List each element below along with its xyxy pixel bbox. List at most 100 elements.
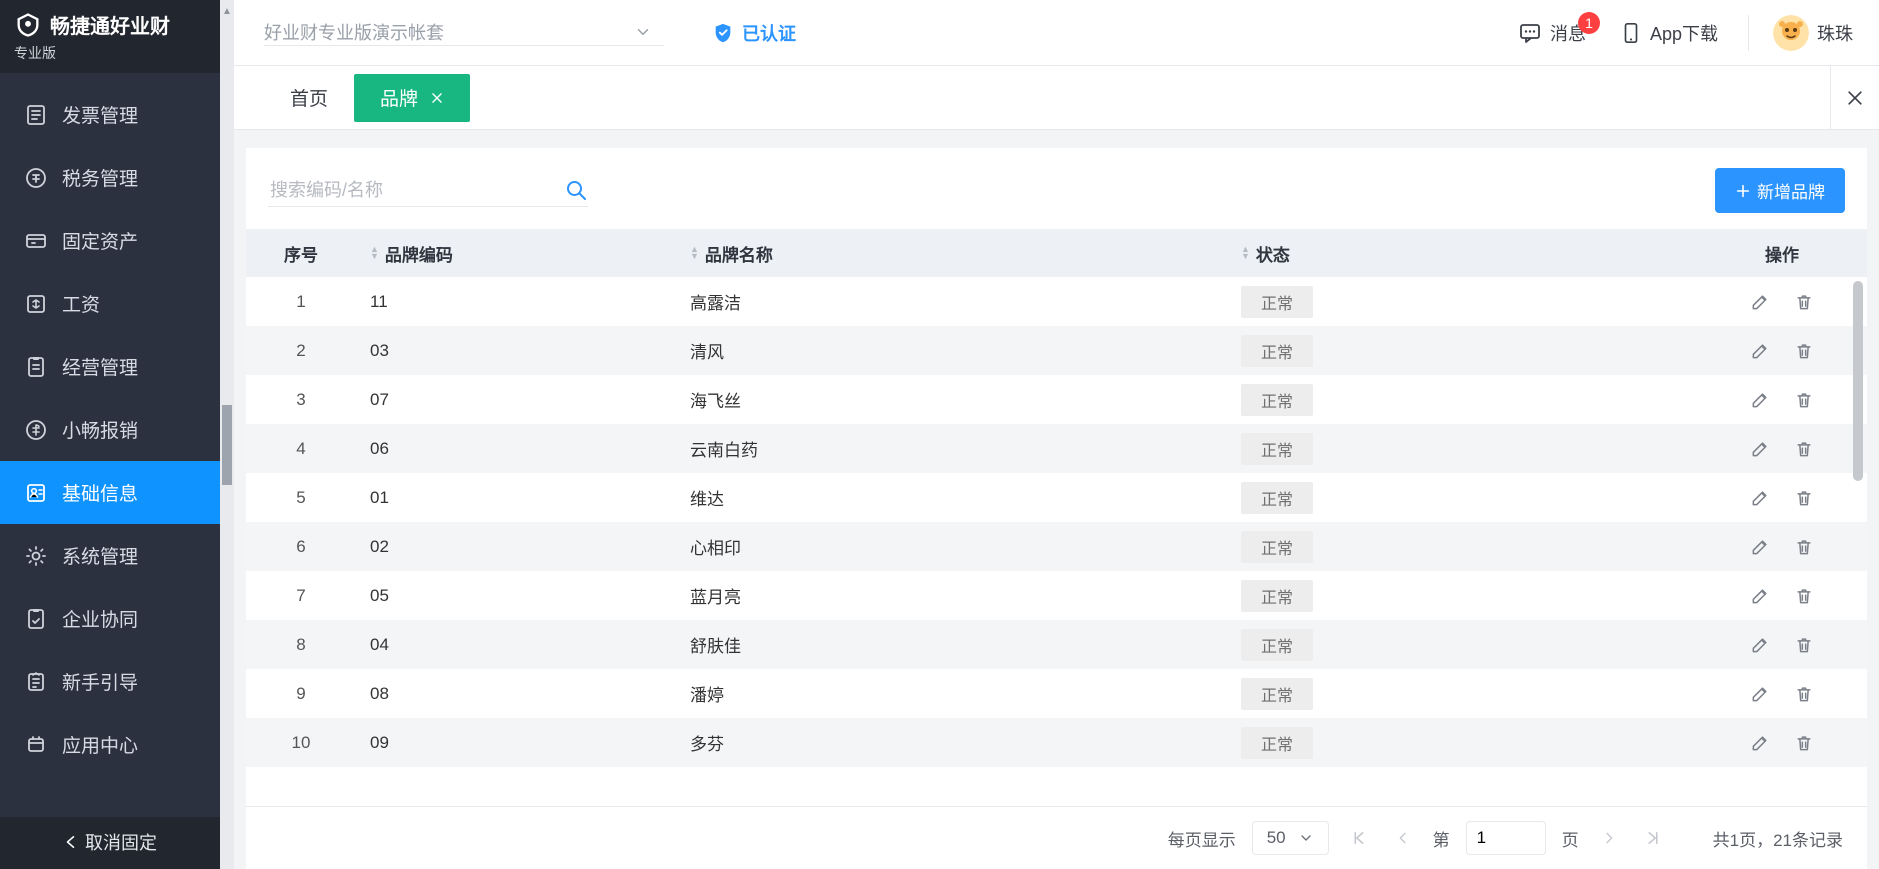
- cell-index: 2: [246, 341, 356, 361]
- status-badge: 正常: [1241, 384, 1313, 416]
- sidebar-mini-scroll[interactable]: [220, 0, 234, 869]
- edit-button[interactable]: [1750, 439, 1770, 459]
- last-page-button[interactable]: [1639, 824, 1667, 852]
- delete-button[interactable]: [1794, 439, 1814, 459]
- col-name[interactable]: ▲▼ 品牌名称: [676, 241, 1227, 266]
- cell-index: 8: [246, 635, 356, 655]
- sidebar-item-4[interactable]: 经营管理: [0, 335, 220, 398]
- edit-button[interactable]: [1750, 733, 1770, 753]
- tab-home[interactable]: 首页: [264, 74, 354, 122]
- col-code[interactable]: ▲▼ 品牌编码: [356, 241, 676, 266]
- sidebar-item-7[interactable]: 系统管理: [0, 524, 220, 587]
- edit-button[interactable]: [1750, 684, 1770, 704]
- page-size-select[interactable]: 50: [1252, 821, 1329, 855]
- status-badge: 正常: [1241, 580, 1313, 612]
- table-row[interactable]: 111高露洁正常: [246, 277, 1867, 326]
- cell-code: 05: [356, 586, 676, 606]
- sidebar-item-6[interactable]: 基础信息: [0, 461, 220, 524]
- edit-button[interactable]: [1750, 586, 1770, 606]
- table-row[interactable]: 602心相印正常: [246, 522, 1867, 571]
- table-row[interactable]: 908潘婷正常: [246, 669, 1867, 718]
- salary-icon: [24, 292, 48, 316]
- delete-button[interactable]: [1794, 586, 1814, 606]
- cell-index: 4: [246, 439, 356, 459]
- edit-button[interactable]: [1750, 341, 1770, 361]
- tab-close-button[interactable]: [430, 91, 444, 105]
- sidebar-item-9[interactable]: 新手引导: [0, 650, 220, 713]
- delete-button[interactable]: [1794, 341, 1814, 361]
- sort-icon: ▲▼: [370, 246, 379, 260]
- tab-brand-label: 品牌: [380, 84, 418, 111]
- delete-button[interactable]: [1794, 684, 1814, 704]
- prev-page-button[interactable]: [1389, 824, 1417, 852]
- user-menu[interactable]: 珠珠: [1748, 15, 1853, 51]
- cell-ops: [1697, 341, 1867, 361]
- edit-button[interactable]: [1750, 537, 1770, 557]
- table-body[interactable]: 111高露洁正常203清风正常307海飞丝正常406云南白药正常501维达正常6…: [246, 277, 1867, 806]
- chevron-down-icon: [634, 23, 652, 41]
- shield-check-icon: [712, 22, 734, 44]
- per-page-label: 每页显示: [1168, 826, 1236, 851]
- messages-button[interactable]: 消息 1: [1518, 20, 1586, 46]
- cell-index: 7: [246, 586, 356, 606]
- table-row[interactable]: 307海飞丝正常: [246, 375, 1867, 424]
- page-suffix: 页: [1562, 826, 1579, 851]
- cell-name: 多芬: [676, 730, 1227, 755]
- tabs-close-all[interactable]: [1830, 66, 1879, 129]
- tenant-selector[interactable]: 好业财专业版演示帐套: [264, 19, 664, 46]
- cell-name: 舒肤佳: [676, 632, 1227, 657]
- mobile-icon: [1620, 21, 1642, 45]
- delete-button[interactable]: [1794, 733, 1814, 753]
- delete-button[interactable]: [1794, 537, 1814, 557]
- tab-brand[interactable]: 品牌: [354, 74, 470, 122]
- cell-code: 02: [356, 537, 676, 557]
- table-row[interactable]: 406云南白药正常: [246, 424, 1867, 473]
- table-row[interactable]: 1009多芬正常: [246, 718, 1867, 767]
- status-badge: 正常: [1241, 629, 1313, 661]
- first-page-button[interactable]: [1345, 824, 1373, 852]
- table-scrollbar[interactable]: [1853, 281, 1863, 481]
- search-field[interactable]: [268, 174, 588, 207]
- cell-status: 正常: [1227, 335, 1697, 367]
- sidebar-item-1[interactable]: 税务管理: [0, 146, 220, 209]
- sidebar-item-2[interactable]: 固定资产: [0, 209, 220, 272]
- add-button-label: 新增品牌: [1757, 178, 1825, 203]
- edit-button[interactable]: [1750, 292, 1770, 312]
- sidebar-item-0[interactable]: 发票管理: [0, 83, 220, 146]
- search-input[interactable]: [268, 179, 564, 202]
- sidebar-item-label: 固定资产: [62, 227, 138, 254]
- cell-code: 01: [356, 488, 676, 508]
- sidebar-item-10[interactable]: 应用中心: [0, 713, 220, 776]
- cell-status: 正常: [1227, 433, 1697, 465]
- delete-button[interactable]: [1794, 292, 1814, 312]
- table-row[interactable]: 501维达正常: [246, 473, 1867, 522]
- add-brand-button[interactable]: 新增品牌: [1715, 168, 1845, 213]
- table-row[interactable]: 705蓝月亮正常: [246, 571, 1867, 620]
- table-row[interactable]: 804舒肤佳正常: [246, 620, 1867, 669]
- cell-ops: [1697, 292, 1867, 312]
- expense-icon: [24, 418, 48, 442]
- delete-button[interactable]: [1794, 390, 1814, 410]
- sidebar-item-3[interactable]: 工资: [0, 272, 220, 335]
- delete-button[interactable]: [1794, 635, 1814, 655]
- edit-button[interactable]: [1750, 390, 1770, 410]
- app-download-button[interactable]: App下载: [1620, 20, 1718, 46]
- sidebar-item-label: 企业协同: [62, 605, 138, 632]
- edit-button[interactable]: [1750, 488, 1770, 508]
- brand-logo-icon: [14, 11, 42, 39]
- sidebar-scroll[interactable]: 发票管理税务管理固定资产工资经营管理小畅报销基础信息系统管理企业协同新手引导应用…: [0, 73, 220, 817]
- unpin-button[interactable]: 取消固定: [0, 817, 220, 869]
- edit-button[interactable]: [1750, 635, 1770, 655]
- col-status[interactable]: ▲▼ 状态: [1227, 241, 1697, 266]
- next-page-button[interactable]: [1595, 824, 1623, 852]
- cell-status: 正常: [1227, 482, 1697, 514]
- search-icon[interactable]: [564, 178, 588, 202]
- table-row[interactable]: 203清风正常: [246, 326, 1867, 375]
- sidebar-item-label: 小畅报销: [62, 416, 138, 443]
- sidebar-scroll-thumb[interactable]: [222, 405, 232, 485]
- topbar: 好业财专业版演示帐套 已认证 消息 1: [234, 0, 1879, 66]
- delete-button[interactable]: [1794, 488, 1814, 508]
- sidebar-item-5[interactable]: 小畅报销: [0, 398, 220, 461]
- page-number-input[interactable]: [1466, 821, 1546, 855]
- sidebar-item-8[interactable]: 企业协同: [0, 587, 220, 650]
